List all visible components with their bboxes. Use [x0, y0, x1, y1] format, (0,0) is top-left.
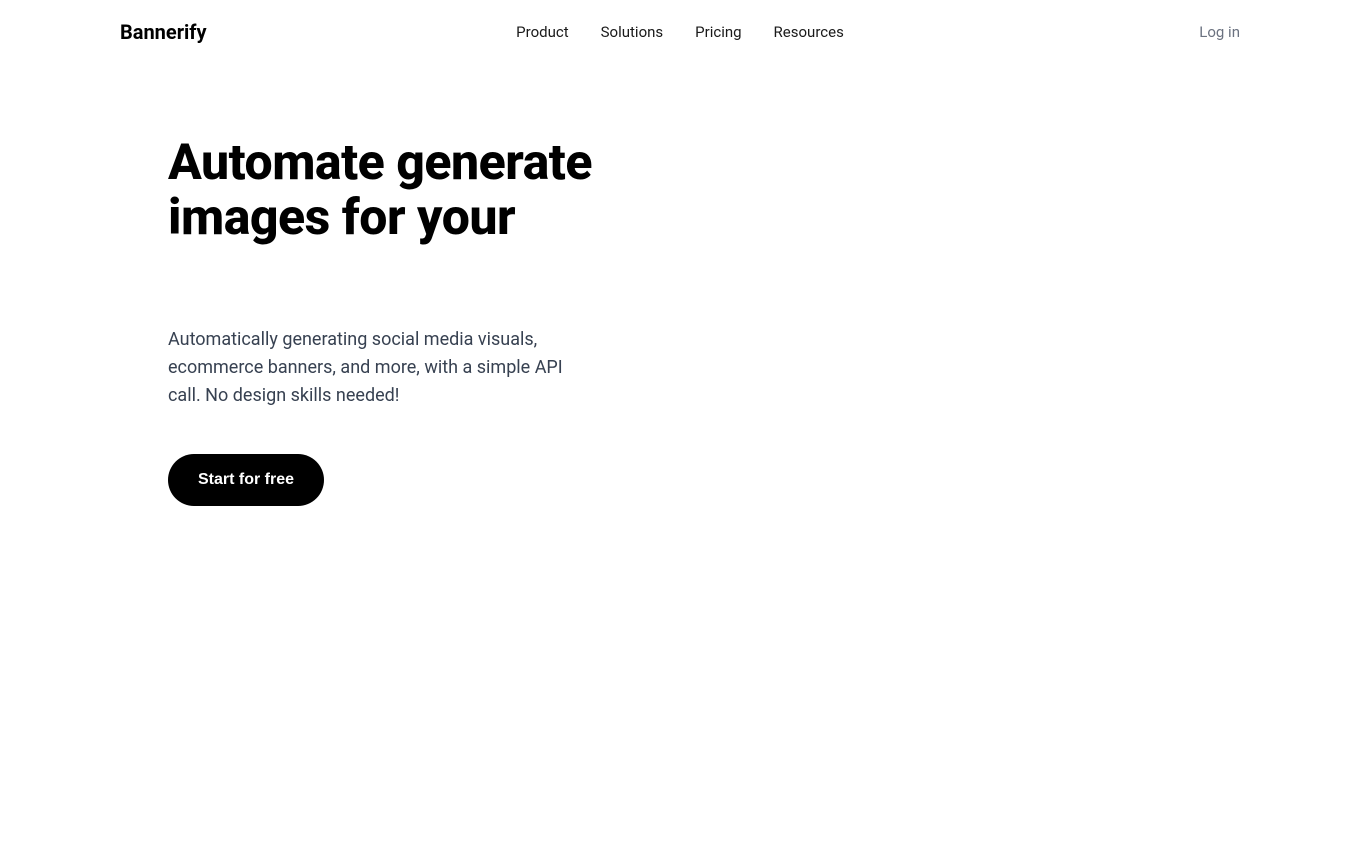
hero-section: Automate generate images for your Automa… — [0, 64, 640, 506]
logo[interactable]: Bannerify — [120, 20, 207, 44]
hero-title: Automate generate images for your — [168, 136, 640, 246]
main-nav: Product Solutions Pricing Resources — [516, 23, 844, 41]
hero-description: Automatically generating social media vi… — [168, 326, 568, 410]
nav-product[interactable]: Product — [516, 23, 568, 41]
start-for-free-button[interactable]: Start for free — [168, 454, 324, 506]
nav-pricing[interactable]: Pricing — [695, 23, 741, 41]
header: Bannerify Product Solutions Pricing Reso… — [0, 0, 1360, 64]
nav-resources[interactable]: Resources — [774, 23, 844, 41]
nav-solutions[interactable]: Solutions — [601, 23, 664, 41]
login-link[interactable]: Log in — [1199, 23, 1240, 41]
